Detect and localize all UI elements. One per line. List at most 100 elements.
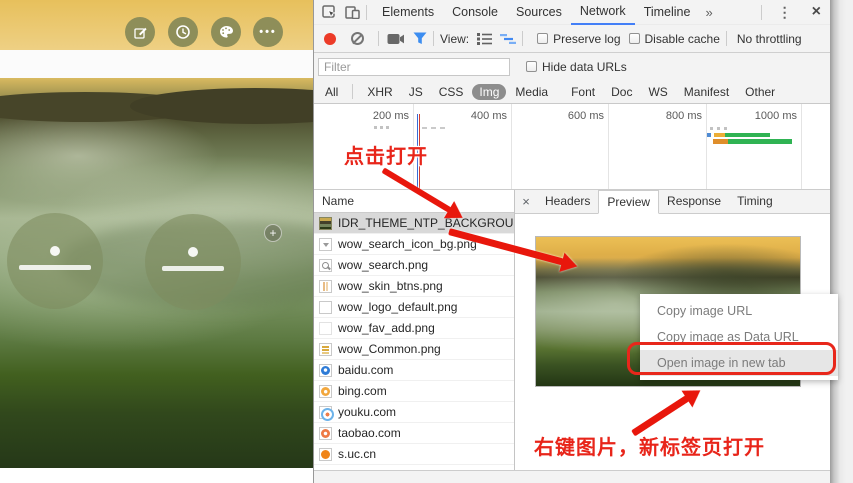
type-filter-doc[interactable]: Doc [604, 84, 639, 100]
request-mark [710, 127, 713, 130]
throttling-select[interactable]: No throttling [737, 32, 802, 46]
ruler-tick: 1000 ms [754, 110, 797, 122]
resource-type-filters: All XHR JS CSS Img Media Font Doc WS Man… [314, 80, 853, 104]
favicon-icon [319, 363, 332, 377]
type-filter-js[interactable]: JS [402, 84, 430, 100]
compose-button[interactable] [125, 17, 155, 47]
request-row[interactable]: IDR_THEME_NTP_BACKGROUN... [314, 213, 514, 234]
type-filter-font[interactable]: Font [564, 84, 602, 100]
waterfall-view-icon[interactable] [500, 33, 517, 45]
disable-cache-checkbox[interactable] [628, 33, 640, 44]
window-scrollbar[interactable] [830, 0, 853, 483]
newtab-searchbar-area [0, 50, 313, 78]
tab-elements[interactable]: Elements [373, 0, 443, 25]
tab-preview[interactable]: Preview [598, 190, 660, 214]
request-name: wow_logo_default.png [338, 300, 458, 314]
more-options-button[interactable]: ••• [253, 17, 283, 47]
request-row[interactable]: wow_Common.png [314, 339, 514, 360]
divider [378, 31, 379, 46]
request-mark-blue [707, 133, 711, 137]
annotation-highlight-box [627, 342, 836, 375]
name-column-header[interactable]: Name [314, 190, 514, 213]
image-thumbnail-icon [319, 300, 332, 314]
gridline [801, 104, 802, 189]
disable-cache-label: Disable cache [644, 31, 720, 46]
request-row[interactable]: wow_fav_add.png [314, 318, 514, 339]
tab-console[interactable]: Console [443, 0, 507, 25]
record-button[interactable] [324, 32, 336, 45]
inspect-element-icon[interactable] [322, 5, 337, 19]
devtools-panel: Elements Console Sources Network Timelin… [313, 0, 853, 483]
history-button[interactable] [168, 17, 198, 47]
divider [352, 84, 354, 99]
device-toolbar-icon[interactable] [345, 5, 360, 19]
request-row[interactable]: wow_skin_btns.png [314, 276, 514, 297]
theme-button[interactable] [211, 17, 241, 47]
request-row[interactable]: wow_logo_default.png [314, 297, 514, 318]
request-name: wow_search_icon_bg.png [338, 237, 477, 251]
ellipsis-icon: ••• [259, 26, 277, 38]
image-thumbnail-icon [319, 279, 332, 293]
request-row[interactable]: taobao.com [314, 423, 514, 444]
devtools-menu-icon[interactable]: ⋮ [768, 4, 802, 21]
hide-data-urls-checkbox[interactable] [526, 61, 537, 72]
favicon-icon [319, 447, 332, 461]
tab-timing[interactable]: Timing [729, 190, 781, 214]
request-row[interactable]: baidu.com [314, 360, 514, 381]
preserve-log-checkbox[interactable] [537, 33, 549, 44]
menu-item-copy-image-url[interactable]: Copy image URL [640, 298, 838, 324]
request-mark [422, 127, 427, 129]
newtab-shortcut-circle[interactable] [145, 214, 241, 310]
type-filter-img[interactable]: Img [472, 83, 507, 100]
request-row[interactable]: wow_search.png [314, 255, 514, 276]
tab-network[interactable]: Network [570, 0, 635, 25]
detail-tabbar: × Headers Preview Response Timing [515, 190, 853, 214]
request-name: bing.com [338, 384, 387, 398]
gridline [608, 104, 609, 189]
request-name: wow_skin_btns.png [338, 279, 443, 293]
filter-funnel-icon[interactable] [413, 32, 427, 45]
network-filter-input[interactable] [318, 57, 510, 76]
request-row[interactable]: youku.com [314, 402, 514, 423]
clear-button[interactable] [351, 32, 364, 45]
request-row[interactable]: bing.com [314, 381, 514, 402]
add-shortcut-button[interactable]: + [264, 224, 282, 242]
type-filter-manifest[interactable]: Manifest [677, 84, 736, 100]
list-view-icon[interactable] [477, 32, 493, 45]
divider [725, 31, 727, 46]
type-filter-other[interactable]: Other [738, 84, 782, 100]
type-filter-media[interactable]: Media [508, 84, 555, 100]
screenshot-root: ••• + Elements Console Sources Network T… [0, 0, 853, 483]
request-name: baidu.com [338, 363, 394, 377]
screenshot-camera-icon[interactable] [387, 33, 405, 45]
request-mark [440, 127, 445, 129]
gridline [706, 104, 707, 189]
ruler-tick: 400 ms [470, 110, 507, 122]
type-filter-css[interactable]: CSS [432, 84, 471, 100]
gridline [511, 104, 512, 189]
image-thumbnail-icon [319, 342, 332, 356]
close-detail-icon[interactable]: × [515, 194, 537, 209]
request-name: youku.com [338, 405, 397, 419]
more-tabs-chevron-icon[interactable]: » [699, 5, 718, 20]
type-filter-all[interactable]: All [318, 84, 345, 100]
devtools-bottom-strip [314, 470, 853, 483]
compose-icon [133, 27, 147, 39]
devtools-close-icon[interactable]: × [802, 3, 831, 21]
newtab-background-photo: + [0, 78, 313, 468]
image-thumbnail-icon [319, 237, 332, 251]
request-name: wow_search.png [338, 258, 429, 272]
type-filter-xhr[interactable]: XHR [360, 84, 399, 100]
favicon-icon [319, 405, 334, 421]
request-row[interactable]: s.uc.cn [314, 444, 514, 465]
divider [760, 4, 762, 20]
browser-newtab-page: ••• + [0, 0, 313, 483]
tab-sources[interactable]: Sources [507, 0, 571, 25]
tab-timeline[interactable]: Timeline [635, 0, 700, 25]
tab-headers[interactable]: Headers [537, 190, 598, 214]
tab-response[interactable]: Response [659, 190, 729, 214]
type-filter-ws[interactable]: WS [641, 84, 674, 100]
waterfall-bar [714, 133, 770, 137]
request-name: taobao.com [338, 426, 401, 440]
newtab-shortcut-circle[interactable] [7, 213, 103, 309]
